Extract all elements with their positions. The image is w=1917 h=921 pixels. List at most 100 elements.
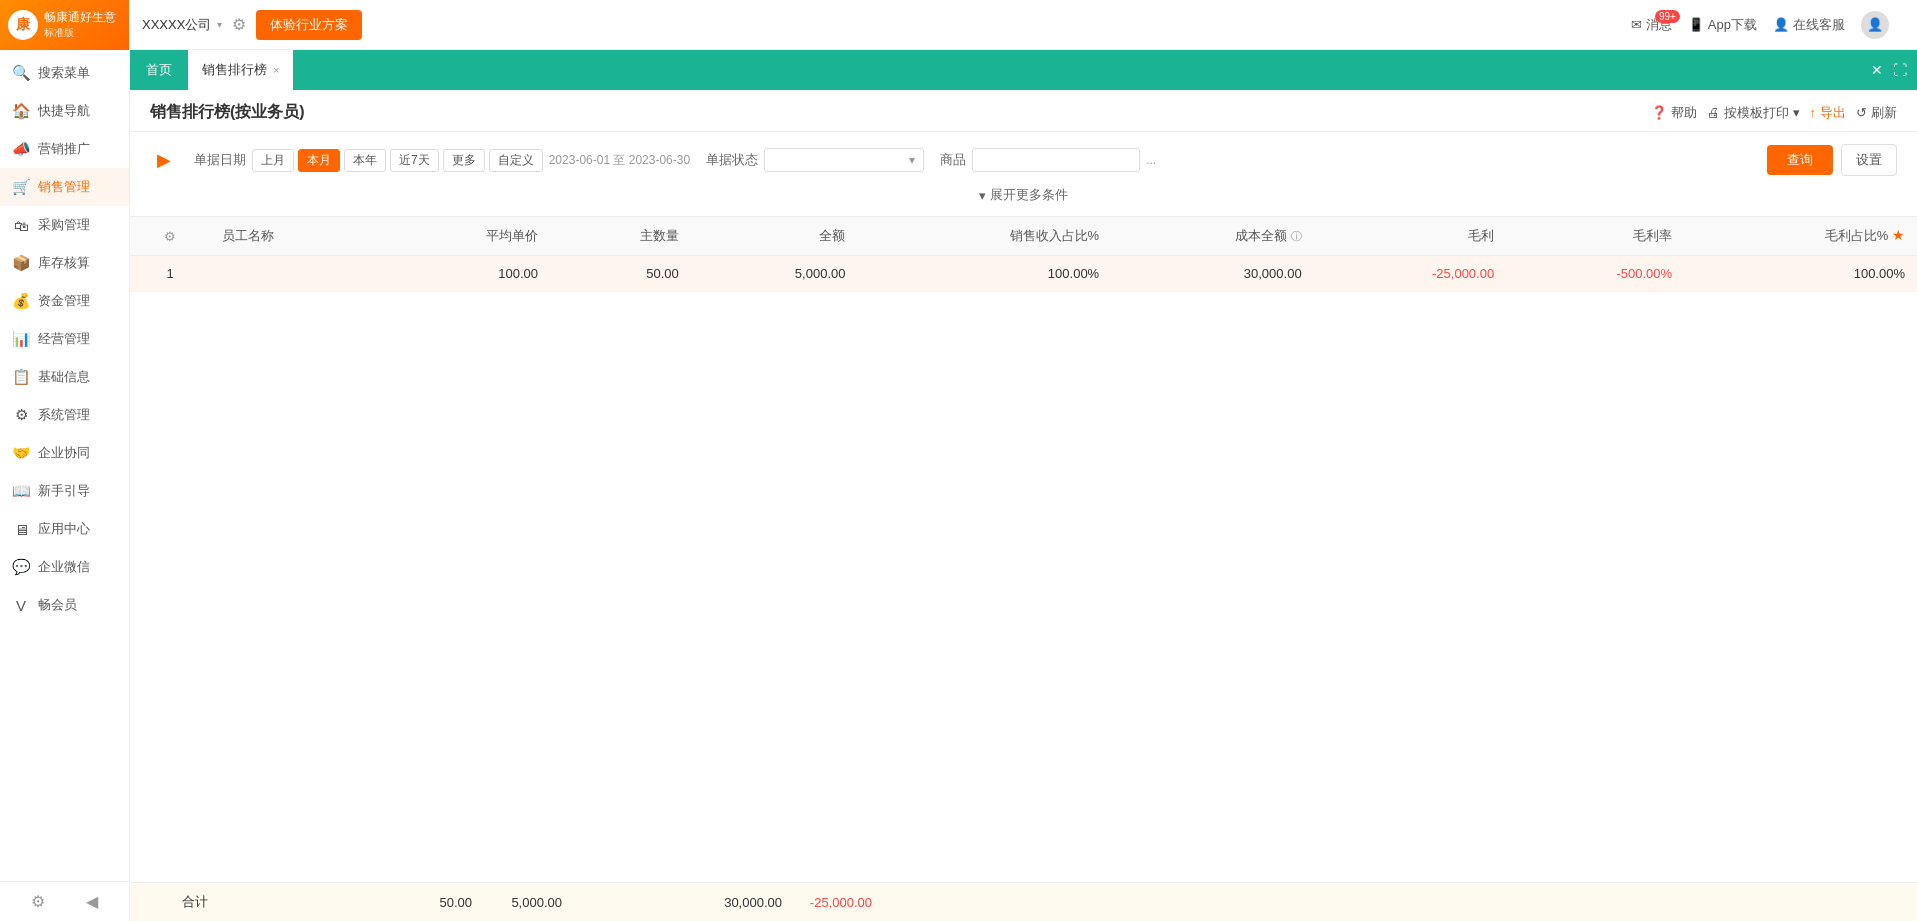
- user-avatar[interactable]: 👤: [1861, 11, 1889, 39]
- company-dropdown-icon: ▾: [217, 19, 222, 30]
- help-label: 帮助: [1671, 104, 1697, 122]
- nav-label-finance: 资金管理: [38, 292, 90, 310]
- page-header: 销售排行榜(按业务员) ❓ 帮助 🖨 按模板打印 ▾ ↑ 导出 ↺ 刷新: [130, 90, 1917, 132]
- col-sales-ratio-header: 销售收入占比%: [857, 217, 1111, 256]
- print-button[interactable]: 🖨 按模板打印 ▾: [1707, 104, 1800, 122]
- sidebar-item-sales[interactable]: 🛒销售管理: [0, 168, 129, 206]
- sidebar-item-guide[interactable]: 📖 新手引导: [0, 472, 129, 510]
- col-settings[interactable]: ⚙: [130, 217, 210, 256]
- expand-more-button[interactable]: ▾ 展开更多条件: [979, 186, 1068, 204]
- export-label: 导出: [1820, 104, 1846, 122]
- nav-label-system: 系统管理: [38, 406, 90, 424]
- nav-icon-basic: 📋: [12, 368, 30, 386]
- message-icon: ✉: [1631, 17, 1642, 32]
- sidebar-item-finance[interactable]: 💰资金管理: [0, 282, 129, 320]
- footer-cost: 30,000.00: [672, 895, 782, 910]
- expand-label: 展开更多条件: [990, 186, 1068, 204]
- date-buttons: 上月本月本年近7天更多自定义: [252, 149, 543, 172]
- sidebar-item-purchase[interactable]: 🛍采购管理: [0, 206, 129, 244]
- sidebar-item-inventory[interactable]: 📦 库存核算: [0, 244, 129, 282]
- goods-more-icon[interactable]: ...: [1146, 153, 1156, 167]
- date-filter-group: 单据日期 上月本月本年近7天更多自定义 2023-06-01 至 2023-06…: [194, 149, 690, 172]
- sidebar-bottom: ⚙ ◀: [0, 881, 129, 921]
- query-button[interactable]: 查询: [1767, 145, 1833, 175]
- nav-label-guide: 新手引导: [38, 482, 90, 500]
- date-btn-0[interactable]: 上月: [252, 149, 294, 172]
- company-selector[interactable]: XXXXX公司 ▾: [142, 16, 222, 34]
- col-gross-rate-header: 毛利率: [1506, 217, 1684, 256]
- col-avg-price-header: 平均单价: [380, 217, 550, 256]
- footer-gross: -25,000.00: [782, 895, 872, 910]
- sidebar-item-marketing[interactable]: 📣营销推广: [0, 130, 129, 168]
- sidebar-item-basic[interactable]: 📋基础信息: [0, 358, 129, 396]
- col-qty-header: 主数量: [550, 217, 691, 256]
- sidebar-item-search[interactable]: 🔍搜索菜单: [0, 54, 129, 92]
- sidebar-item-operation[interactable]: 📊经营管理: [0, 320, 129, 358]
- search-expand-icon[interactable]: ▶: [150, 146, 178, 174]
- refresh-button[interactable]: ↺ 刷新: [1856, 104, 1897, 122]
- online-service-button[interactable]: 👤 在线客服: [1773, 16, 1845, 34]
- sidebar-item-member[interactable]: V畅会员: [0, 586, 129, 624]
- footer-amount: 5,000.00: [472, 895, 562, 910]
- date-btn-1[interactable]: 本月: [298, 149, 340, 172]
- app-logo: 康 畅康通好生意 标准版: [0, 0, 129, 50]
- print-label: 按模板打印: [1724, 104, 1789, 122]
- filter-row: ▶ 单据日期 上月本月本年近7天更多自定义 2023-06-01 至 2023-…: [150, 144, 1897, 176]
- cell-qty-0: 50.00: [550, 256, 691, 292]
- date-btn-4[interactable]: 更多: [443, 149, 485, 172]
- nav-icon-appstore: 🖥: [12, 521, 30, 538]
- cell-rank-0: 1: [130, 256, 210, 292]
- sidebar-item-wechat[interactable]: 💬企业微信: [0, 548, 129, 586]
- nav-label-inventory: 库存核算: [38, 254, 90, 272]
- nav-icon-inventory: 📦: [12, 254, 30, 272]
- help-icon: ❓: [1651, 105, 1667, 120]
- status-label: 单据状态: [706, 151, 758, 169]
- date-btn-3[interactable]: 近7天: [390, 149, 439, 172]
- status-select[interactable]: ▾: [764, 148, 924, 172]
- tab-close-icon[interactable]: ×: [273, 64, 279, 76]
- page-actions: ❓ 帮助 🖨 按模板打印 ▾ ↑ 导出 ↺ 刷新: [1651, 104, 1898, 122]
- col-gross-ratio-header: 毛利占比% ★: [1684, 217, 1917, 256]
- app-download-button[interactable]: 📱 App下载: [1688, 16, 1757, 34]
- export-button[interactable]: ↑ 导出: [1810, 104, 1847, 122]
- sidebar-collapse-icon[interactable]: ◀: [86, 892, 98, 911]
- col-gross-header: 毛利: [1314, 217, 1507, 256]
- nav-label-operation: 经营管理: [38, 330, 90, 348]
- date-btn-5[interactable]: 自定义: [489, 149, 543, 172]
- cost-info-icon[interactable]: ⓘ: [1291, 230, 1302, 242]
- tab-close-window-icon[interactable]: ✕: [1871, 62, 1883, 78]
- refresh-icon: ↺: [1856, 105, 1867, 120]
- page-title: 销售排行榜(按业务员): [150, 102, 305, 123]
- app-download-label: App下载: [1708, 16, 1757, 34]
- topbar-settings-icon[interactable]: ⚙: [232, 15, 246, 34]
- tab-sales-rank[interactable]: 销售排行榜 ×: [188, 50, 293, 90]
- tab-home[interactable]: 首页: [130, 50, 188, 90]
- expand-more-row: ▾ 展开更多条件: [150, 186, 1897, 204]
- tab-maximize-icon[interactable]: ⛶: [1893, 62, 1907, 78]
- cell-gross-0: -25,000.00: [1314, 256, 1507, 292]
- nav-label-enterprise: 企业协同: [38, 444, 90, 462]
- nav-icon-guide: 📖: [12, 482, 30, 500]
- message-badge: 99+: [1655, 10, 1680, 23]
- trial-button[interactable]: 体验行业方案: [256, 10, 362, 40]
- tab-sales-rank-label: 销售排行榜: [202, 61, 267, 79]
- message-button[interactable]: ✉ 消息 99+: [1631, 16, 1672, 34]
- nav-label-member: 畅会员: [38, 596, 77, 614]
- sidebar-item-system[interactable]: ⚙ 系统管理: [0, 396, 129, 434]
- settings-button[interactable]: 设置: [1841, 144, 1897, 176]
- nav-icon-system: ⚙: [12, 406, 30, 424]
- cell-sales-ratio-0: 100.00%: [857, 256, 1111, 292]
- nav-icon-wechat: 💬: [12, 558, 30, 576]
- help-button[interactable]: ❓ 帮助: [1651, 104, 1697, 122]
- nav-label-sales: 销售管理: [38, 178, 90, 196]
- goods-input[interactable]: [972, 148, 1140, 172]
- sidebar-settings-icon[interactable]: ⚙: [31, 892, 45, 911]
- service-icon: 👤: [1773, 17, 1789, 32]
- sidebar-item-enterprise[interactable]: 🤝企业协同: [0, 434, 129, 472]
- nav-label-quick-nav: 快捷导航: [38, 102, 90, 120]
- goods-filter-group: 商品 ...: [940, 148, 1156, 172]
- sidebar-item-quick-nav[interactable]: 🏠快捷导航: [0, 92, 129, 130]
- date-btn-2[interactable]: 本年: [344, 149, 386, 172]
- cell-avg-price-0: 100.00: [380, 256, 550, 292]
- sidebar-item-appstore[interactable]: 🖥应用中心: [0, 510, 129, 548]
